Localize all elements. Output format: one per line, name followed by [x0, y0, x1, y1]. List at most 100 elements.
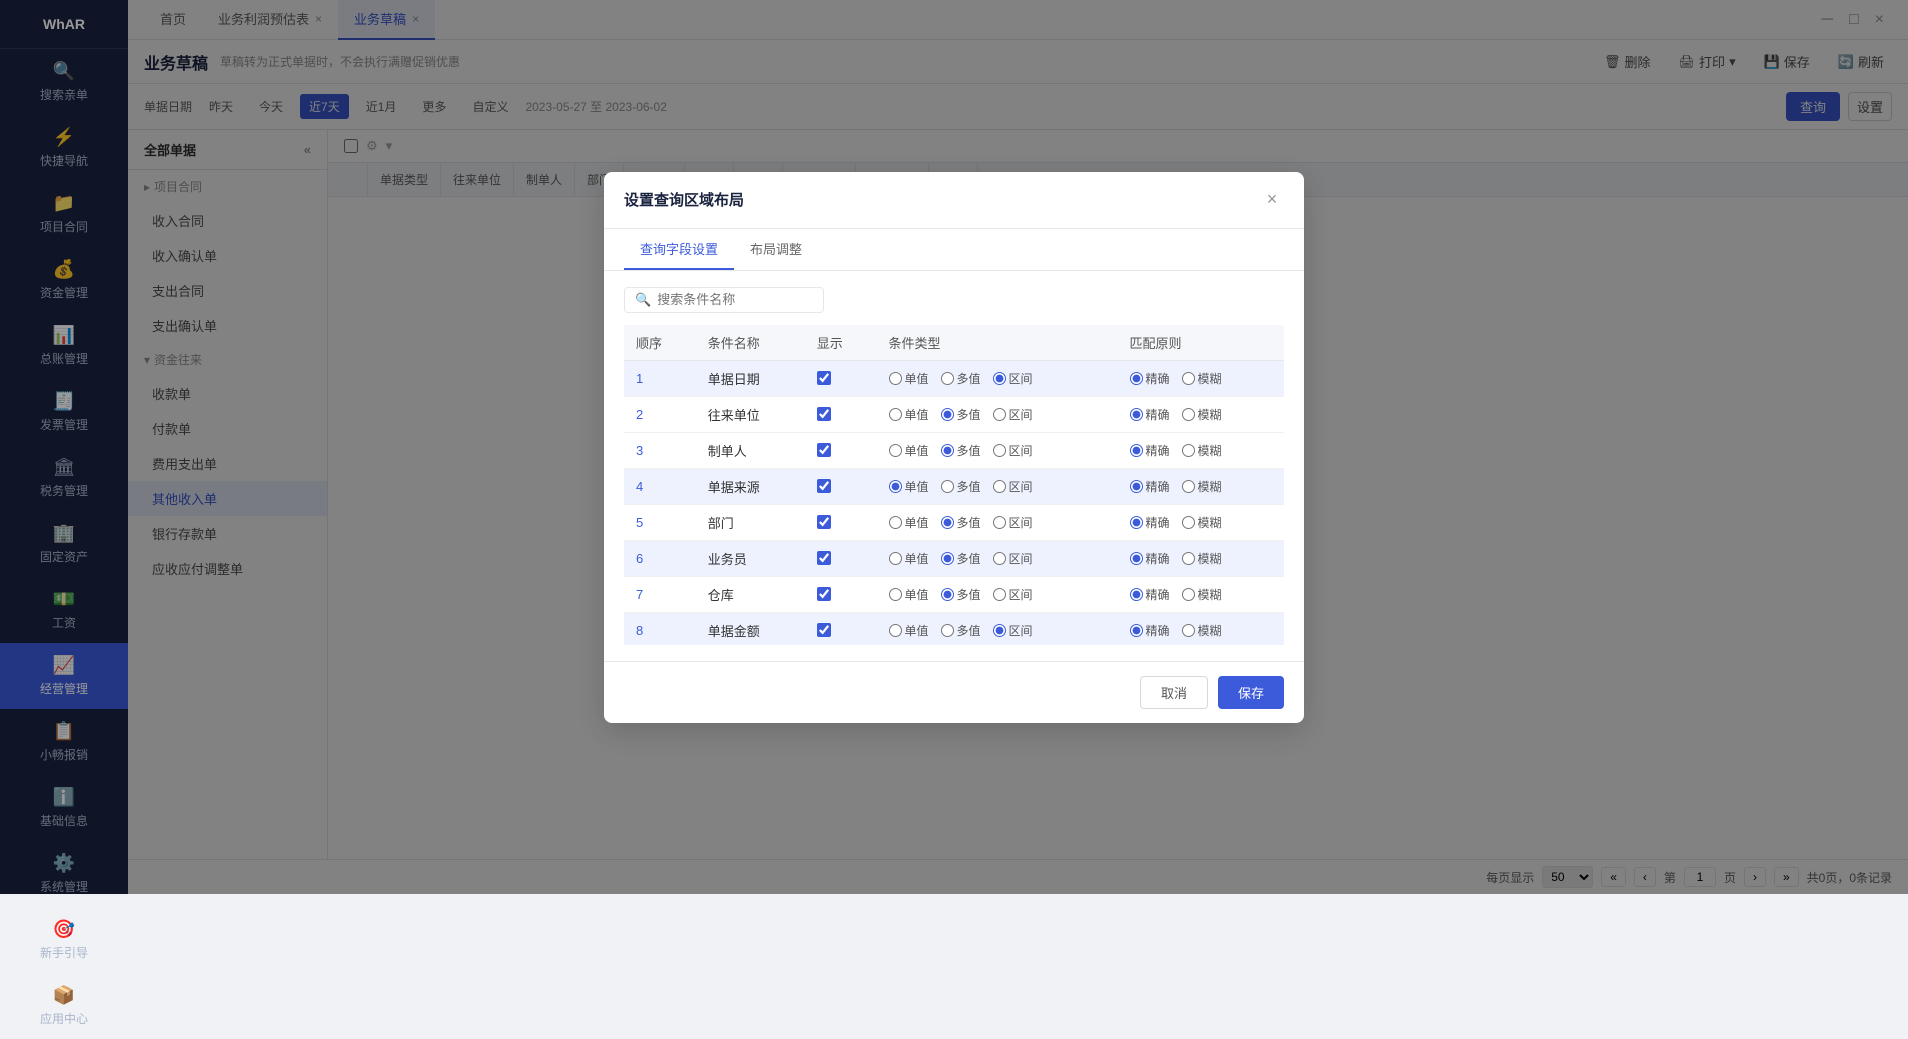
- type-multi-input[interactable]: [941, 372, 954, 385]
- show-checkbox-label[interactable]: [817, 407, 865, 421]
- match-fuzzy-radio[interactable]: 模糊: [1182, 514, 1222, 531]
- type-single-input[interactable]: [889, 408, 902, 421]
- type-single-input[interactable]: [889, 372, 902, 385]
- type-range-radio[interactable]: 区间: [993, 370, 1033, 387]
- type-range-radio[interactable]: 区间: [993, 406, 1033, 423]
- type-multi-radio[interactable]: 多值: [941, 406, 981, 423]
- type-single-input[interactable]: [889, 624, 902, 637]
- type-range-radio[interactable]: 区间: [993, 550, 1033, 567]
- show-checkbox-label[interactable]: [817, 515, 865, 529]
- match-exact-input[interactable]: [1130, 444, 1143, 457]
- match-fuzzy-input[interactable]: [1182, 444, 1195, 457]
- type-range-input[interactable]: [993, 624, 1006, 637]
- sidebar-item-apps[interactable]: 📦 应用中心: [0, 973, 128, 1039]
- show-checkbox-label[interactable]: [817, 371, 865, 385]
- type-multi-input[interactable]: [941, 408, 954, 421]
- type-single-radio[interactable]: 单值: [889, 370, 929, 387]
- type-multi-radio[interactable]: 多值: [941, 622, 981, 639]
- match-exact-input[interactable]: [1130, 588, 1143, 601]
- type-single-radio[interactable]: 单值: [889, 550, 929, 567]
- show-checkbox[interactable]: [817, 623, 831, 637]
- match-exact-radio[interactable]: 精确: [1130, 478, 1170, 495]
- show-checkbox-label[interactable]: [817, 587, 865, 601]
- match-fuzzy-input[interactable]: [1182, 516, 1195, 529]
- type-range-input[interactable]: [993, 480, 1006, 493]
- match-fuzzy-radio[interactable]: 模糊: [1182, 550, 1222, 567]
- type-multi-input[interactable]: [941, 624, 954, 637]
- save-confirm-button[interactable]: 保存: [1218, 676, 1284, 709]
- type-range-radio[interactable]: 区间: [993, 622, 1033, 639]
- type-multi-input[interactable]: [941, 552, 954, 565]
- type-multi-radio[interactable]: 多值: [941, 370, 981, 387]
- modal-tab-layout[interactable]: 布局调整: [734, 229, 818, 270]
- type-range-input[interactable]: [993, 408, 1006, 421]
- show-checkbox-label[interactable]: [817, 623, 865, 637]
- show-checkbox-label[interactable]: [817, 479, 865, 493]
- type-single-radio[interactable]: 单值: [889, 478, 929, 495]
- match-exact-radio[interactable]: 精确: [1130, 370, 1170, 387]
- type-range-input[interactable]: [993, 516, 1006, 529]
- type-single-radio[interactable]: 单值: [889, 442, 929, 459]
- type-multi-radio[interactable]: 多值: [941, 514, 981, 531]
- match-exact-radio[interactable]: 精确: [1130, 622, 1170, 639]
- sidebar-item-guide[interactable]: 🎯 新手引导: [0, 907, 128, 973]
- match-exact-input[interactable]: [1130, 408, 1143, 421]
- modal-tab-fields[interactable]: 查询字段设置: [624, 229, 734, 270]
- show-checkbox[interactable]: [817, 407, 831, 421]
- type-multi-radio[interactable]: 多值: [941, 586, 981, 603]
- match-fuzzy-input[interactable]: [1182, 552, 1195, 565]
- match-exact-input[interactable]: [1130, 624, 1143, 637]
- cancel-button[interactable]: 取消: [1140, 676, 1208, 709]
- show-checkbox[interactable]: [817, 587, 831, 601]
- type-single-radio[interactable]: 单值: [889, 514, 929, 531]
- match-fuzzy-input[interactable]: [1182, 480, 1195, 493]
- type-multi-input[interactable]: [941, 480, 954, 493]
- type-range-radio[interactable]: 区间: [993, 586, 1033, 603]
- type-single-input[interactable]: [889, 444, 902, 457]
- type-single-input[interactable]: [889, 480, 902, 493]
- type-single-radio[interactable]: 单值: [889, 622, 929, 639]
- type-range-radio[interactable]: 区间: [993, 514, 1033, 531]
- match-fuzzy-radio[interactable]: 模糊: [1182, 586, 1222, 603]
- match-fuzzy-radio[interactable]: 模糊: [1182, 622, 1222, 639]
- show-checkbox[interactable]: [817, 515, 831, 529]
- type-multi-input[interactable]: [941, 588, 954, 601]
- type-single-radio[interactable]: 单值: [889, 586, 929, 603]
- show-checkbox-label[interactable]: [817, 551, 865, 565]
- type-range-radio[interactable]: 区间: [993, 478, 1033, 495]
- modal-search-input[interactable]: [657, 292, 807, 307]
- type-multi-radio[interactable]: 多值: [941, 478, 981, 495]
- match-fuzzy-input[interactable]: [1182, 408, 1195, 421]
- show-checkbox[interactable]: [817, 443, 831, 457]
- show-checkbox[interactable]: [817, 371, 831, 385]
- match-fuzzy-input[interactable]: [1182, 624, 1195, 637]
- show-checkbox-label[interactable]: [817, 443, 865, 457]
- type-single-input[interactable]: [889, 516, 902, 529]
- match-exact-input[interactable]: [1130, 552, 1143, 565]
- match-fuzzy-radio[interactable]: 模糊: [1182, 478, 1222, 495]
- match-exact-radio[interactable]: 精确: [1130, 514, 1170, 531]
- match-fuzzy-radio[interactable]: 模糊: [1182, 406, 1222, 423]
- type-range-input[interactable]: [993, 552, 1006, 565]
- match-fuzzy-radio[interactable]: 模糊: [1182, 370, 1222, 387]
- match-exact-input[interactable]: [1130, 372, 1143, 385]
- type-range-input[interactable]: [993, 372, 1006, 385]
- type-single-radio[interactable]: 单值: [889, 406, 929, 423]
- match-exact-input[interactable]: [1130, 516, 1143, 529]
- match-fuzzy-input[interactable]: [1182, 588, 1195, 601]
- match-exact-radio[interactable]: 精确: [1130, 586, 1170, 603]
- modal-close-btn[interactable]: ×: [1260, 188, 1284, 212]
- type-single-input[interactable]: [889, 588, 902, 601]
- match-exact-radio[interactable]: 精确: [1130, 550, 1170, 567]
- type-single-input[interactable]: [889, 552, 902, 565]
- show-checkbox[interactable]: [817, 479, 831, 493]
- show-checkbox[interactable]: [817, 551, 831, 565]
- type-multi-radio[interactable]: 多值: [941, 442, 981, 459]
- type-multi-input[interactable]: [941, 516, 954, 529]
- type-range-input[interactable]: [993, 444, 1006, 457]
- match-exact-input[interactable]: [1130, 480, 1143, 493]
- match-fuzzy-input[interactable]: [1182, 372, 1195, 385]
- type-multi-radio[interactable]: 多值: [941, 550, 981, 567]
- match-exact-radio[interactable]: 精确: [1130, 406, 1170, 423]
- type-multi-input[interactable]: [941, 444, 954, 457]
